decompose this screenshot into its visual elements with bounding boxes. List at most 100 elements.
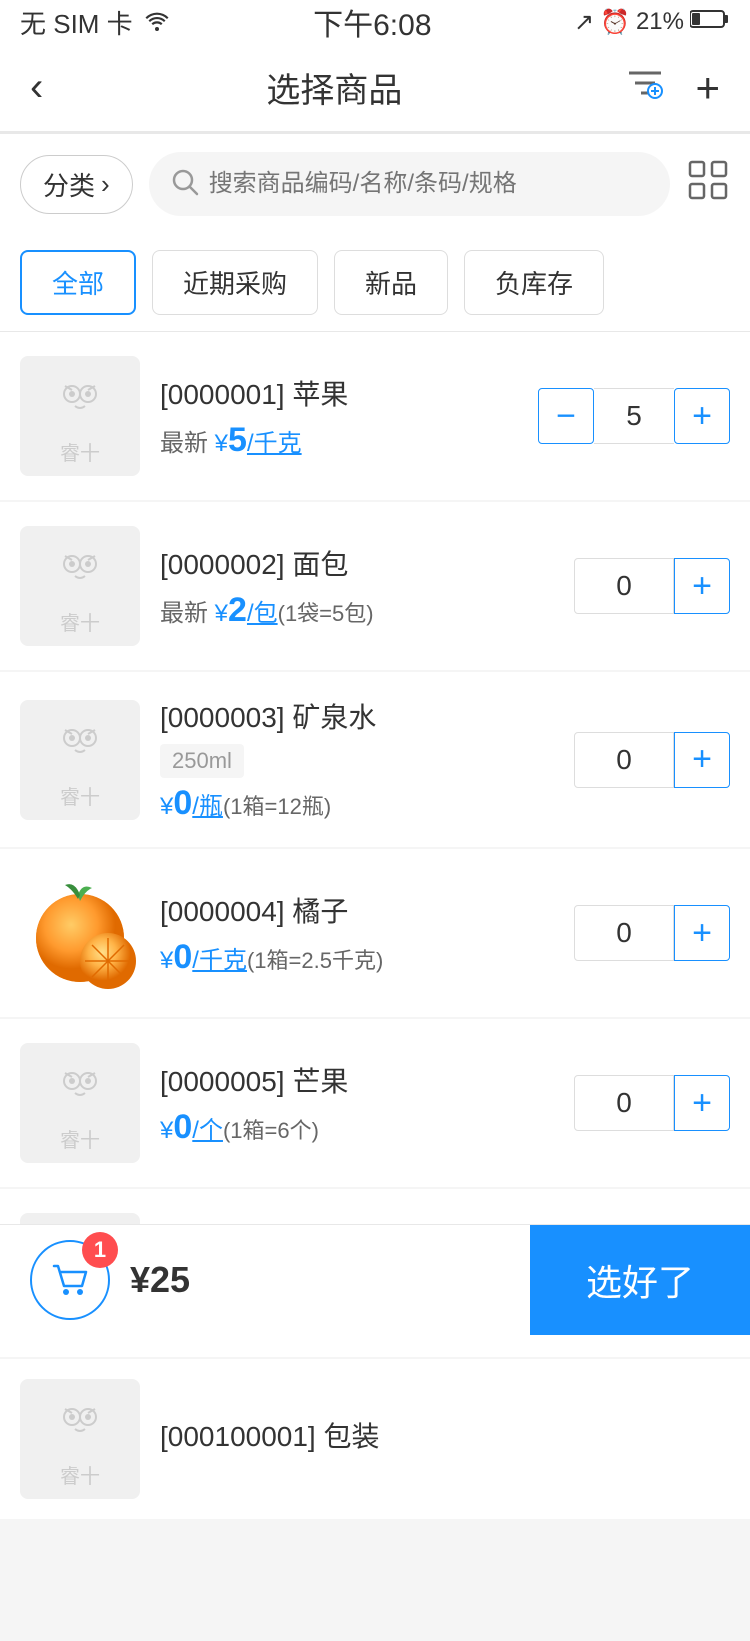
product-price: ¥0/个(1箱=6个) bbox=[160, 1108, 554, 1147]
category-button[interactable]: 分类 › bbox=[20, 155, 133, 214]
increase-button[interactable]: + bbox=[674, 1075, 730, 1131]
sim-status: 无 SIM 卡 bbox=[20, 4, 133, 41]
product-name: [000100001] 包装 bbox=[160, 1415, 730, 1455]
product-spec: 250ml bbox=[160, 744, 244, 778]
quantity-input[interactable] bbox=[574, 558, 674, 614]
category-chevron: › bbox=[101, 169, 110, 200]
product-info-0000004: [0000004] 橘子 ¥0/千克(1箱=2.5千克) bbox=[160, 890, 554, 977]
product-name: [0000005] 芒果 bbox=[160, 1060, 554, 1100]
search-input[interactable] bbox=[209, 170, 648, 198]
price-label: 最新 bbox=[160, 600, 215, 627]
price-unit: /个 bbox=[192, 1117, 223, 1144]
product-price: ¥0/千克(1箱=2.5千克) bbox=[160, 938, 554, 977]
product-info-0000005: [0000005] 芒果 ¥0/个(1箱=6个) bbox=[160, 1060, 554, 1147]
extra-unit: (1箱=12瓶) bbox=[223, 794, 331, 819]
battery-icon bbox=[690, 8, 730, 36]
wifi-icon bbox=[143, 7, 171, 38]
tab-recent[interactable]: 近期采购 bbox=[152, 250, 318, 315]
product-list: 睿十 [0000001] 苹果 最新 ¥5/千克 − + 睿十 bbox=[0, 332, 750, 1641]
page-title: 选择商品 bbox=[266, 63, 402, 112]
list-item: 睿十 [0000002] 面包 最新 ¥2/包(1袋=5包) + bbox=[0, 502, 750, 670]
battery-status: 21% bbox=[636, 8, 684, 36]
nav-bar: ‹ 选择商品 + bbox=[0, 44, 750, 132]
product-image-0000003: 睿十 bbox=[20, 700, 140, 820]
tab-row: 全部 近期采购 新品 负库存 bbox=[0, 234, 750, 332]
product-price: 最新 ¥2/包(1袋=5包) bbox=[160, 591, 554, 630]
filter-icon[interactable] bbox=[625, 65, 665, 110]
owl-icon bbox=[50, 1389, 110, 1458]
tab-negative[interactable]: 负库存 bbox=[464, 250, 604, 315]
quantity-control-0000002: + bbox=[574, 558, 730, 614]
product-image-0000004 bbox=[20, 873, 140, 993]
cart-button[interactable]: 1 bbox=[30, 1240, 110, 1320]
product-name: [0000003] 矿泉水 bbox=[160, 696, 554, 736]
brand-text: 睿十 bbox=[60, 1124, 100, 1153]
extra-unit: (1箱=2.5千克) bbox=[247, 948, 383, 973]
nav-right-actions: + bbox=[625, 64, 720, 112]
product-name: [0000004] 橘子 bbox=[160, 890, 554, 930]
decrease-button[interactable]: − bbox=[538, 388, 594, 444]
brand-text: 睿十 bbox=[60, 781, 100, 810]
search-icon bbox=[171, 168, 199, 201]
quantity-control-0000003: + bbox=[574, 732, 730, 788]
cart-area: 1 ¥25 bbox=[0, 1240, 530, 1320]
quantity-control-0000005: + bbox=[574, 1075, 730, 1131]
quantity-control-0000004: + bbox=[574, 905, 730, 961]
quantity-input[interactable] bbox=[594, 388, 674, 444]
cart-badge: 1 bbox=[82, 1232, 118, 1268]
confirm-button[interactable]: 选好了 bbox=[530, 1225, 750, 1335]
product-info-0000002: [0000002] 面包 最新 ¥2/包(1袋=5包) bbox=[160, 543, 554, 630]
increase-button[interactable]: + bbox=[674, 558, 730, 614]
status-bar: 无 SIM 卡 下午6:08 ↗ ⏰ 21% bbox=[0, 0, 750, 44]
extra-unit: (1箱=6个) bbox=[223, 1118, 319, 1143]
increase-button[interactable]: + bbox=[674, 388, 730, 444]
filter-row: 分类 › bbox=[0, 134, 750, 234]
price-unit: /千克 bbox=[247, 430, 302, 457]
product-image-0000005: 睿十 bbox=[20, 1043, 140, 1163]
tab-all[interactable]: 全部 bbox=[20, 250, 136, 315]
quantity-input[interactable] bbox=[574, 905, 674, 961]
brand-text: 睿十 bbox=[60, 1460, 100, 1489]
owl-icon bbox=[50, 710, 110, 779]
status-left: 无 SIM 卡 bbox=[20, 4, 171, 41]
extra-unit: (1袋=5包) bbox=[278, 601, 374, 626]
status-time: 下午6:08 bbox=[313, 0, 431, 44]
quantity-input[interactable] bbox=[574, 732, 674, 788]
product-info-0000001: [0000001] 苹果 最新 ¥5/千克 bbox=[160, 373, 518, 460]
back-button[interactable]: ‹ bbox=[30, 65, 43, 110]
product-price: 最新 ¥5/千克 bbox=[160, 421, 518, 460]
product-image-000100001: 睿十 bbox=[20, 1379, 140, 1499]
tab-new[interactable]: 新品 bbox=[334, 250, 448, 315]
price-unit: /千克 bbox=[192, 947, 247, 974]
product-name: [0000001] 苹果 bbox=[160, 373, 518, 413]
owl-icon bbox=[50, 366, 110, 435]
add-icon[interactable]: + bbox=[695, 64, 720, 112]
product-info-000100001: [000100001] 包装 bbox=[160, 1415, 730, 1463]
price-label: 最新 bbox=[160, 430, 215, 457]
category-label: 分类 bbox=[43, 166, 95, 203]
list-item: 睿十 [0000001] 苹果 最新 ¥5/千克 − + bbox=[0, 332, 750, 500]
cart-total: ¥25 bbox=[130, 1259, 190, 1301]
price-unit: /瓶 bbox=[192, 793, 223, 820]
product-info-0000003: [0000003] 矿泉水 250ml ¥0/瓶(1箱=12瓶) bbox=[160, 696, 554, 823]
location-icon: ↗ bbox=[574, 8, 594, 37]
product-image-0000002: 睿十 bbox=[20, 526, 140, 646]
owl-icon bbox=[50, 536, 110, 605]
product-price: ¥0/瓶(1箱=12瓶) bbox=[160, 784, 554, 823]
list-item: 睿十 [0000003] 矿泉水 250ml ¥0/瓶(1箱=12瓶) + bbox=[0, 672, 750, 847]
brand-text: 睿十 bbox=[60, 607, 100, 636]
bottom-bar: 1 ¥25 选好了 bbox=[0, 1224, 750, 1334]
brand-text: 睿十 bbox=[60, 437, 100, 466]
price-unit: /包 bbox=[247, 600, 278, 627]
list-item: [0000004] 橘子 ¥0/千克(1箱=2.5千克) + bbox=[0, 849, 750, 1017]
increase-button[interactable]: + bbox=[674, 732, 730, 788]
product-image-0000001: 睿十 bbox=[20, 356, 140, 476]
owl-icon bbox=[50, 1053, 110, 1122]
scan-icon[interactable] bbox=[686, 158, 730, 211]
product-name: [0000002] 面包 bbox=[160, 543, 554, 583]
increase-button[interactable]: + bbox=[674, 905, 730, 961]
list-item: 睿十 [0000005] 芒果 ¥0/个(1箱=6个) + bbox=[0, 1019, 750, 1187]
quantity-input[interactable] bbox=[574, 1075, 674, 1131]
search-bar bbox=[149, 152, 670, 216]
list-item: 睿十 [000100001] 包装 bbox=[0, 1359, 750, 1519]
